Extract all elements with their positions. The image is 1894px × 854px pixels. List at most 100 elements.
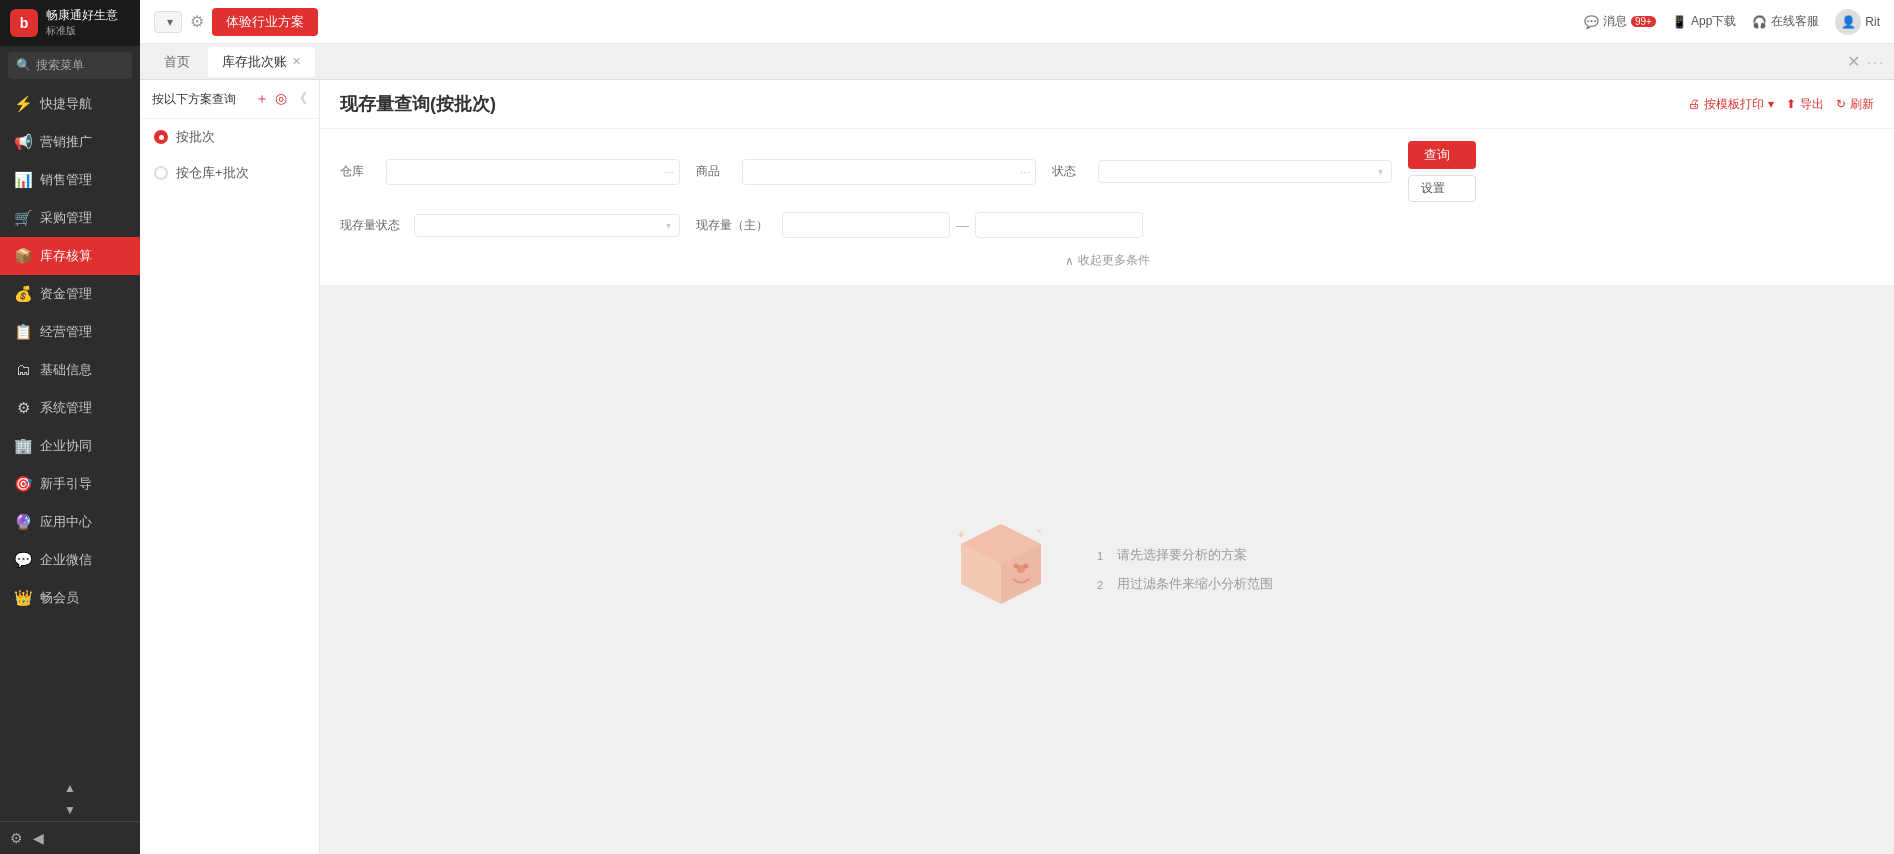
inventory-qty-max[interactable] [975, 212, 1143, 238]
filter-panel-collapse-btn[interactable]: 《 [293, 90, 307, 108]
collapse-sidebar-icon[interactable]: ◀ [33, 830, 44, 846]
sidebar-item-system[interactable]: ⚙ 系统管理 [0, 389, 140, 427]
online-service-btn[interactable]: 🎧 在线客服 [1752, 13, 1819, 30]
warehouse-input[interactable] [386, 159, 680, 185]
print-icon: 🖨 [1688, 97, 1700, 111]
tip-text-2: 用过滤条件来缩小分析范围 [1117, 575, 1273, 593]
empty-tips: 1 请先选择要分析的方案 2 用过滤条件来缩小分析范围 [1091, 546, 1273, 594]
nav-icon-sales: 📊 [14, 171, 32, 189]
company-selector[interactable]: ​ ▾ [154, 11, 182, 33]
nav-label-newbie: 新手引导 [40, 475, 92, 493]
sidebar-item-quick[interactable]: ⚡ 快捷导航 [0, 85, 140, 123]
sidebar-scroll-down[interactable]: ▼ [0, 799, 140, 821]
sidebar-item-inventory[interactable]: 📦 库存核算 [0, 237, 140, 275]
content-area: 按以下方案查询 ＋ ◎ 《 按批次 按仓库+批次 现存量查询(按批次) [140, 80, 1894, 854]
query-btn[interactable]: 查询 [1408, 141, 1476, 169]
filter-item-batch[interactable]: 按批次 [140, 119, 319, 155]
product-input[interactable] [742, 159, 1036, 185]
warehouse-label: 仓库 [340, 163, 380, 180]
user-profile-btn[interactable]: 👤 Rit [1835, 9, 1880, 35]
filter-panel-title: 按以下方案查询 [152, 91, 236, 108]
sidebar-header: b 畅康通好生意 标准版 [0, 0, 140, 46]
tab-close-inventory-batch[interactable]: ✕ [292, 55, 301, 68]
settings-btn[interactable]: 设置 [1408, 175, 1476, 202]
query-buttons: 查询 设置 [1408, 141, 1476, 202]
warehouse-input-wrap: ··· [386, 159, 680, 185]
nav-icon-appstore: 🔮 [14, 513, 32, 531]
product-field: 商品 ··· [696, 159, 1036, 185]
collapse-more-btn[interactable]: ∧ 收起更多条件 [1065, 252, 1150, 269]
tab-home[interactable]: 首页 [150, 47, 204, 77]
filter-item-warehouse-batch[interactable]: 按仓库+批次 [140, 155, 319, 191]
main-panel: 现存量查询(按批次) 🖨 按模板打印 ▾ ⬆ 导出 ↻ 刷新 [320, 80, 1894, 854]
export-btn[interactable]: ⬆ 导出 [1786, 96, 1824, 113]
nav-icon-purchase: 🛒 [14, 209, 32, 227]
username: Rit [1865, 15, 1880, 29]
svg-point-6 [1024, 563, 1029, 568]
sidebar-item-weixin[interactable]: 💬 企业微信 [0, 541, 140, 579]
sidebar-item-member[interactable]: 👑 畅会员 [0, 579, 140, 617]
sidebar-item-purchase[interactable]: 🛒 采购管理 [0, 199, 140, 237]
avatar: 👤 [1835, 9, 1861, 35]
app-title-group: 畅康通好生意 标准版 [46, 8, 118, 38]
collapse-row: ∧ 收起更多条件 [340, 248, 1874, 273]
warehouse-suffix-icon[interactable]: ··· [664, 165, 674, 179]
nav-icon-quick: ⚡ [14, 95, 32, 113]
sidebar-item-appstore[interactable]: 🔮 应用中心 [0, 503, 140, 541]
gear-icon[interactable]: ⚙ [190, 12, 204, 31]
sidebar-item-finance[interactable]: 💰 资金管理 [0, 275, 140, 313]
nav-label-system: 系统管理 [40, 399, 92, 417]
company-chevron-icon: ▾ [167, 15, 173, 29]
app-download-label: App下载 [1691, 13, 1736, 30]
refresh-btn[interactable]: ↻ 刷新 [1836, 96, 1874, 113]
sidebar-item-basic[interactable]: 🗂 基础信息 [0, 351, 140, 389]
product-input-wrap: ··· [742, 159, 1036, 185]
collapse-label: 收起更多条件 [1078, 252, 1150, 269]
page-actions: 🖨 按模板打印 ▾ ⬆ 导出 ↻ 刷新 [1688, 96, 1874, 113]
app-name: 畅康通好生意 [46, 8, 118, 24]
status-field: 状态 ▾ [1052, 160, 1392, 183]
add-filter-btn[interactable]: ＋ [255, 90, 269, 108]
sidebar-item-marketing[interactable]: 📢 营销推广 [0, 123, 140, 161]
tab-inventory-batch[interactable]: 库存批次账 ✕ [208, 47, 315, 77]
nav-label-finance: 资金管理 [40, 285, 92, 303]
search-row-2: 现存量状态 ▾ 现存量（主） — [340, 212, 1874, 238]
nav-label-inventory: 库存核算 [40, 247, 92, 265]
filter-label-warehouse-batch: 按仓库+批次 [176, 164, 249, 182]
inventory-qty-min[interactable] [782, 212, 950, 238]
filter-settings-btn[interactable]: ◎ [275, 90, 287, 108]
status-select[interactable]: ▾ [1098, 160, 1392, 183]
tab-panel-close-icon[interactable]: ✕ [1847, 52, 1860, 71]
nav-label-enterprise: 企业协同 [40, 437, 92, 455]
print-chevron-icon: ▾ [1768, 97, 1774, 111]
message-btn[interactable]: 💬 消息 99+ [1584, 13, 1656, 30]
inventory-status-select[interactable]: ▾ [414, 214, 680, 237]
filter-label-batch: 按批次 [176, 128, 215, 146]
export-icon: ⬆ [1786, 97, 1796, 111]
sidebar-footer: ⚙ ◀ [0, 821, 140, 854]
sidebar-scroll-up[interactable]: ▲ [0, 777, 140, 799]
print-btn[interactable]: 🖨 按模板打印 ▾ [1688, 96, 1774, 113]
nav-label-appstore: 应用中心 [40, 513, 92, 531]
app-download-btn[interactable]: 📱 App下载 [1672, 13, 1736, 30]
sidebar-item-sales[interactable]: 📊 销售管理 [0, 161, 140, 199]
print-label: 按模板打印 [1704, 96, 1764, 113]
tab-panel-expand-icon[interactable]: ⋯ [1866, 51, 1884, 73]
product-suffix-icon[interactable]: ··· [1020, 165, 1030, 179]
sidebar-item-newbie[interactable]: 🎯 新手引导 [0, 465, 140, 503]
product-label: 商品 [696, 163, 736, 180]
trial-btn[interactable]: 体验行业方案 [212, 8, 318, 36]
search-menu-btn[interactable]: 🔍 搜索菜单 [8, 52, 132, 79]
sidebar-item-enterprise[interactable]: 🏢 企业协同 [0, 427, 140, 465]
sidebar-item-ops[interactable]: 📋 经营管理 [0, 313, 140, 351]
nav-label-ops: 经营管理 [40, 323, 92, 341]
nav-icon-ops: 📋 [14, 323, 32, 341]
export-label: 导出 [1800, 96, 1824, 113]
tab-home-label: 首页 [164, 53, 190, 71]
nav-icon-enterprise: 🏢 [14, 437, 32, 455]
svg-text:✦: ✦ [1036, 527, 1043, 536]
range-dash: — [956, 218, 969, 233]
nav-label-purchase: 采购管理 [40, 209, 92, 227]
nav-icon-marketing: 📢 [14, 133, 32, 151]
settings-icon[interactable]: ⚙ [10, 830, 23, 846]
